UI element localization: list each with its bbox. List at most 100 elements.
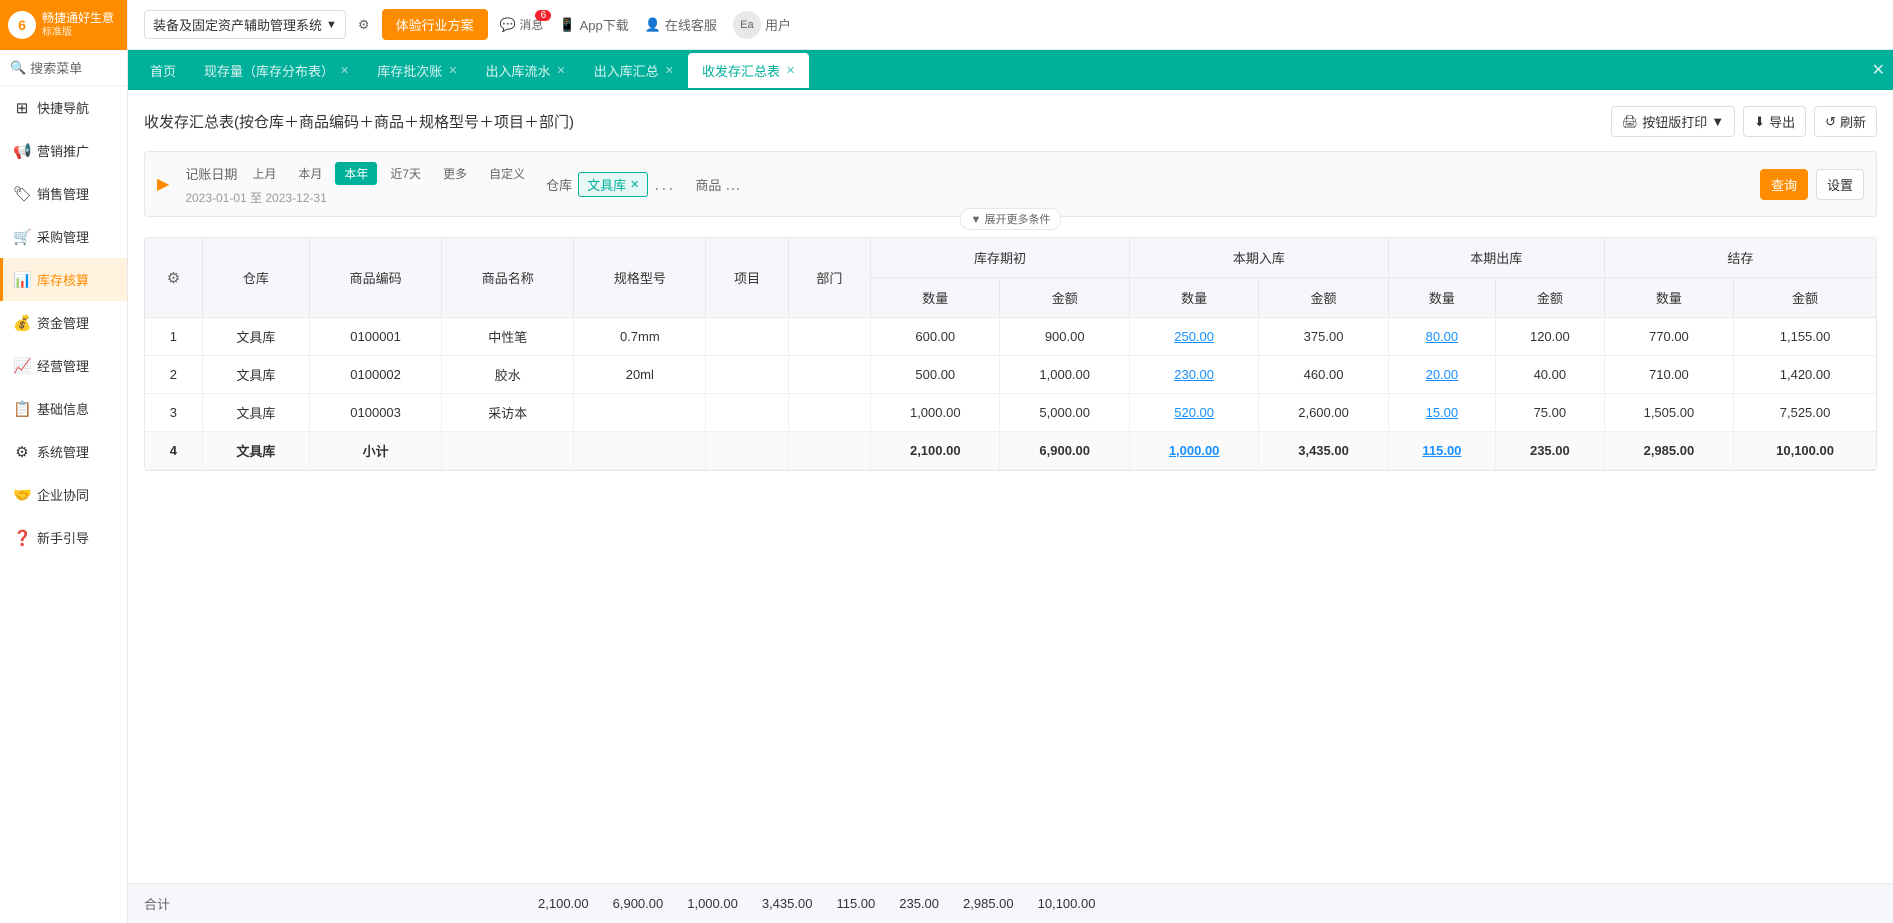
sidebar-item-cooperation[interactable]: 🤝 企业协同 bbox=[0, 473, 127, 516]
tab-inventory-dist[interactable]: 现存量（库存分布表） ✕ bbox=[190, 53, 363, 88]
warehouse-more[interactable]: ... bbox=[654, 174, 675, 195]
user-menu[interactable]: Ea 用户 bbox=[733, 11, 791, 39]
th-gear: ⚙ bbox=[145, 238, 202, 318]
tab-close-inout-summary[interactable]: ✕ bbox=[665, 64, 674, 77]
date-btn-custom[interactable]: 自定义 bbox=[480, 162, 534, 185]
footer-in-amt: 3,435.00 bbox=[762, 896, 813, 911]
gear-icon[interactable]: ⚙ bbox=[358, 17, 370, 33]
settings-btn[interactable]: 设置 bbox=[1816, 169, 1864, 200]
row2-dept bbox=[788, 356, 870, 394]
th-goods-name: 商品名称 bbox=[442, 238, 574, 318]
row3-in-qty[interactable]: 520.00 bbox=[1129, 394, 1258, 432]
sidebar-item-quick-nav[interactable]: ⊞ 快捷导航 bbox=[0, 86, 127, 129]
tab-close-collect-summary[interactable]: ✕ bbox=[786, 64, 795, 77]
tab-close-inout-flow[interactable]: ✕ bbox=[557, 64, 566, 77]
row1-in-qty[interactable]: 250.00 bbox=[1129, 318, 1258, 356]
tab-batch-account[interactable]: 库存批次账 ✕ bbox=[363, 53, 471, 88]
row2-in-qty[interactable]: 230.00 bbox=[1129, 356, 1258, 394]
footer-out-qty: 115.00 bbox=[836, 896, 875, 911]
row3-open-amt: 5,000.00 bbox=[1000, 394, 1129, 432]
try-industry-btn[interactable]: 体验行业方案 bbox=[382, 9, 488, 40]
export-icon: ⬇ bbox=[1754, 114, 1765, 130]
row2-name: 胶水 bbox=[442, 356, 574, 394]
tab-inout-summary[interactable]: 出入库汇总 ✕ bbox=[580, 53, 688, 88]
date-btn-this-year[interactable]: 本年 bbox=[335, 162, 377, 185]
operations-icon: 📈 bbox=[13, 357, 31, 375]
search-menu[interactable]: 🔍 搜索菜单 bbox=[0, 50, 127, 86]
marketing-icon: 📢 bbox=[13, 142, 31, 160]
row1-bal-qty: 770.00 bbox=[1604, 318, 1733, 356]
th-out: 本期出库 bbox=[1388, 238, 1604, 278]
subtotal-open-amt: 6,900.00 bbox=[1000, 432, 1129, 470]
tab-collect-summary[interactable]: 收发存汇总表 ✕ bbox=[688, 53, 809, 88]
sidebar-item-purchase[interactable]: 🛒 采购管理 bbox=[0, 215, 127, 258]
notification-btn[interactable]: 💬 6 消息 bbox=[500, 16, 544, 33]
query-btn[interactable]: 查询 bbox=[1760, 169, 1808, 200]
row3-code: 0100003 bbox=[310, 394, 442, 432]
footer-open-qty: 2,100.00 bbox=[538, 896, 589, 911]
home-icon: ⊞ bbox=[13, 99, 31, 117]
date-filter-group: 记账日期 上月 本月 本年 近7天 更多 自定义 2023-01-01 至 20… bbox=[185, 162, 534, 206]
table-row: 2 文具库 0100002 胶水 20ml 500.00 1,000.00 23… bbox=[145, 356, 1876, 394]
filter-toggle-btn[interactable]: ▶ bbox=[157, 174, 169, 194]
service-icon: 👤 bbox=[645, 17, 661, 33]
tab-home[interactable]: 首页 bbox=[136, 53, 190, 88]
refresh-btn[interactable]: ↺ 刷新 bbox=[1814, 106, 1877, 137]
date-btn-more[interactable]: 更多 bbox=[434, 162, 476, 185]
tab-inout-flow[interactable]: 出入库流水 ✕ bbox=[471, 53, 579, 88]
row1-bal-amt: 1,155.00 bbox=[1734, 318, 1876, 356]
tab-close-batch-account[interactable]: ✕ bbox=[448, 64, 457, 77]
data-table: ⚙ 仓库 商品编码 商品名称 规格型号 项目 部门 库存期初 本期入库 本期出库… bbox=[145, 238, 1876, 470]
sidebar-item-guide[interactable]: ❓ 新手引导 bbox=[0, 516, 127, 559]
online-service-btn[interactable]: 👤 在线客服 bbox=[645, 15, 717, 34]
th-in-amt: 金额 bbox=[1259, 278, 1388, 318]
sidebar-item-operations[interactable]: 📈 经营管理 bbox=[0, 344, 127, 387]
row2-no: 2 bbox=[145, 356, 202, 394]
row3-no: 3 bbox=[145, 394, 202, 432]
sidebar-item-system[interactable]: ⚙ 系统管理 bbox=[0, 430, 127, 473]
tab-close-inventory-dist[interactable]: ✕ bbox=[340, 64, 349, 77]
row3-dept bbox=[788, 394, 870, 432]
sidebar: 6 畅捷通好生意 标准版 🔍 搜索菜单 ⊞ 快捷导航 📢 营销推广 🏷 销售管理… bbox=[0, 0, 128, 923]
goods-more[interactable]: ... bbox=[725, 174, 740, 195]
row1-no: 1 bbox=[145, 318, 202, 356]
sidebar-item-basic-info[interactable]: 📋 基础信息 bbox=[0, 387, 127, 430]
export-btn[interactable]: ⬇ 导出 bbox=[1743, 106, 1806, 137]
system-selector[interactable]: 装备及固定资产辅助管理系统 ▼ bbox=[144, 10, 346, 39]
row2-out-qty[interactable]: 20.00 bbox=[1388, 356, 1495, 394]
cooperation-icon: 🤝 bbox=[13, 486, 31, 504]
expand-conditions-btn[interactable]: ▼ 展开更多条件 bbox=[960, 208, 1062, 230]
app-download-btn[interactable]: 📱 App下载 bbox=[559, 15, 628, 34]
tabbar-close-all[interactable]: ✕ bbox=[1872, 60, 1885, 80]
row2-in-amt: 460.00 bbox=[1259, 356, 1388, 394]
page-container: 收发存汇总表(按仓库＋商品编码＋商品＋规格型号＋项目＋部门) 🖨 按钮版打印 ▼… bbox=[128, 90, 1893, 923]
row3-bal-qty: 1,505.00 bbox=[1604, 394, 1733, 432]
tabbar: 首页 现存量（库存分布表） ✕ 库存批次账 ✕ 出入库流水 ✕ 出入库汇总 ✕ … bbox=[128, 50, 1893, 90]
sidebar-item-sales[interactable]: 🏷 销售管理 bbox=[0, 172, 127, 215]
warehouse-tag[interactable]: 文具库 ✕ bbox=[578, 172, 648, 197]
footer-bal-qty: 2,985.00 bbox=[963, 896, 1014, 911]
sidebar-item-inventory[interactable]: 📊 库存核算 bbox=[0, 258, 127, 301]
sidebar-item-finance[interactable]: 💰 资金管理 bbox=[0, 301, 127, 344]
column-settings-icon[interactable]: ⚙ bbox=[167, 270, 180, 287]
date-btn-last-month[interactable]: 上月 bbox=[243, 162, 285, 185]
th-opening: 库存期初 bbox=[871, 238, 1130, 278]
warehouse-filter: 仓库 文具库 ✕ ... bbox=[546, 172, 675, 197]
date-btn-7days[interactable]: 近7天 bbox=[381, 162, 430, 185]
refresh-icon: ↺ bbox=[1825, 114, 1836, 130]
page-title: 收发存汇总表(按仓库＋商品编码＋商品＋规格型号＋项目＋部门) bbox=[144, 111, 574, 132]
th-goods-code: 商品编码 bbox=[310, 238, 442, 318]
row3-out-qty[interactable]: 15.00 bbox=[1388, 394, 1495, 432]
subtotal-in-qty[interactable]: 1,000.00 bbox=[1129, 432, 1258, 470]
th-warehouse: 仓库 bbox=[202, 238, 309, 318]
sidebar-item-marketing[interactable]: 📢 营销推广 bbox=[0, 129, 127, 172]
row1-out-qty[interactable]: 80.00 bbox=[1388, 318, 1495, 356]
row2-spec: 20ml bbox=[574, 356, 706, 394]
date-btn-this-month[interactable]: 本月 bbox=[289, 162, 331, 185]
warehouse-tag-close[interactable]: ✕ bbox=[630, 178, 639, 191]
th-bal-qty: 数量 bbox=[1604, 278, 1733, 318]
print-btn[interactable]: 🖨 按钮版打印 ▼ bbox=[1611, 106, 1735, 137]
subtotal-out-qty[interactable]: 115.00 bbox=[1388, 432, 1495, 470]
footer-in-qty: 1,000.00 bbox=[687, 896, 738, 911]
footer-open-amt: 6,900.00 bbox=[613, 896, 664, 911]
